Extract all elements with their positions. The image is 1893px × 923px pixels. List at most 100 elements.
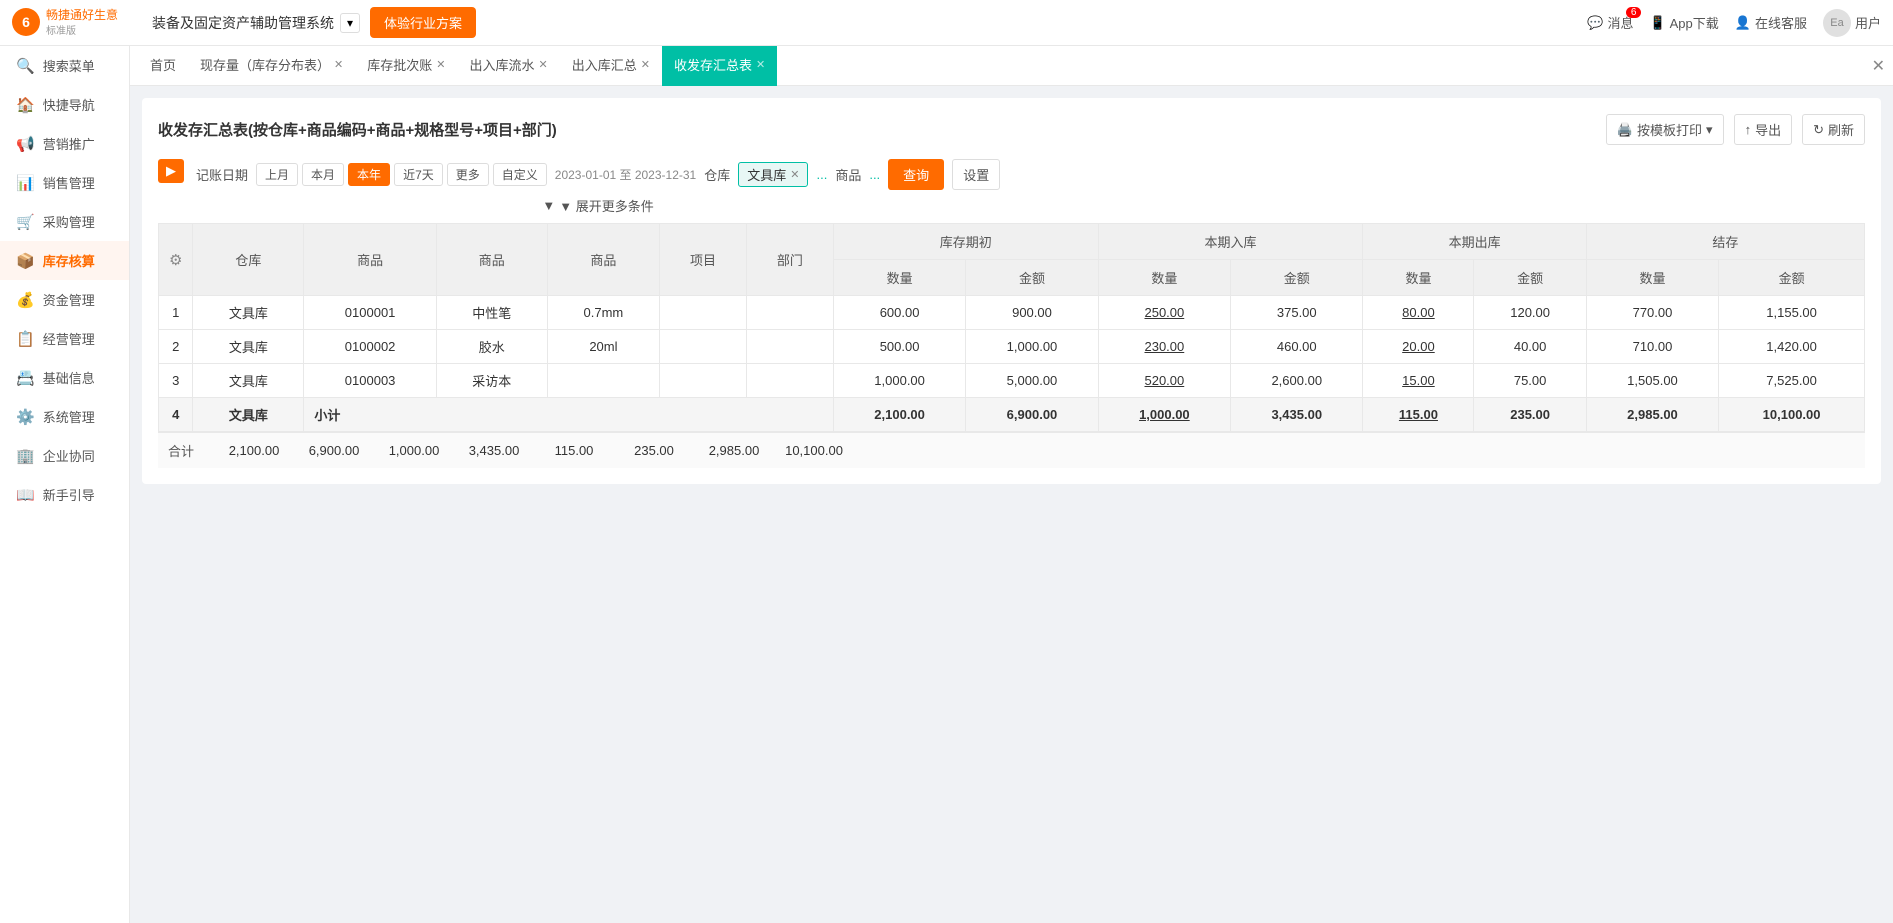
- subtotal-warehouse: 文具库: [193, 398, 304, 432]
- sidebar-item-basicinfo[interactable]: 📇 基础信息: [0, 358, 129, 397]
- sidebar-item-inventory[interactable]: 📦 库存核算: [0, 241, 129, 280]
- cell-spec: 20ml: [547, 330, 659, 364]
- subtotal-label: 小计: [304, 398, 833, 432]
- logo-area: 6 畅捷通好生意 标准版: [12, 8, 142, 37]
- footer-close-qty: 2,985.00: [694, 443, 774, 458]
- date-btn-7days[interactable]: 近7天: [394, 163, 443, 186]
- cell-project: [660, 296, 747, 330]
- cell-in-qty[interactable]: 230.00: [1098, 330, 1230, 364]
- sidebar: 🔍 搜索菜单 🏠 快捷导航 📢 营销推广 📊 销售管理 🛒 采购管理 📦 库存核…: [0, 46, 130, 923]
- logo-sub: 标准版: [46, 22, 118, 37]
- th-opening: 库存期初: [833, 224, 1098, 260]
- tab-recv-send-summary[interactable]: 收发存汇总表 ✕: [662, 46, 777, 86]
- online-service-btn[interactable]: 👤 在线客服: [1735, 13, 1807, 32]
- settings-small-btn[interactable]: 设置: [952, 159, 1000, 190]
- page-title-actions: 🖨️ 按模板打印 ▾ ↑ 导出 ↻ 刷新: [1606, 114, 1865, 145]
- system-dropdown-btn[interactable]: ▾: [340, 13, 360, 33]
- cell-in-qty[interactable]: 520.00: [1098, 364, 1230, 398]
- sidebar-item-system[interactable]: ⚙️ 系统管理: [0, 397, 129, 436]
- date-btn-more[interactable]: 更多: [447, 163, 489, 186]
- subtotal-close-qty: 2,985.00: [1586, 398, 1718, 432]
- footer-open-amt: 6,900.00: [294, 443, 374, 458]
- goods-more-btn[interactable]: ...: [869, 167, 880, 182]
- tab-close-in-out-summary[interactable]: ✕: [641, 58, 650, 71]
- cell-code: 0100002: [304, 330, 436, 364]
- sidebar-item-label: 搜索菜单: [43, 56, 95, 75]
- goods-filter-label: 商品: [835, 165, 861, 184]
- th-outbound: 本期出库: [1363, 224, 1586, 260]
- cell-close-amt: 7,525.00: [1719, 364, 1865, 398]
- sidebar-item-newbie[interactable]: 📖 新手引导: [0, 475, 129, 514]
- sidebar-item-label: 企业协同: [43, 446, 95, 465]
- cell-no: 2: [159, 330, 193, 364]
- subtotal-in-qty[interactable]: 1,000.00: [1098, 398, 1230, 432]
- subtotal-out-qty[interactable]: 115.00: [1363, 398, 1474, 432]
- app-download-btn[interactable]: 📱 App下载: [1649, 13, 1718, 32]
- filter-toggle-btn[interactable]: ▶: [158, 159, 184, 183]
- tab-close-inventory-dist[interactable]: ✕: [334, 58, 343, 71]
- tab-close-in-out-flow[interactable]: ✕: [539, 58, 548, 71]
- messages-btn[interactable]: 💬 消息 6: [1587, 13, 1633, 32]
- system-title: 装备及固定资产辅助管理系统 ▾: [152, 13, 360, 33]
- date-btn-this-year[interactable]: 本年: [348, 163, 390, 186]
- sidebar-item-search[interactable]: 🔍 搜索菜单: [0, 46, 129, 85]
- date-btn-this-month[interactable]: 本月: [302, 163, 344, 186]
- user-label: 用户: [1855, 13, 1881, 32]
- sidebar-item-purchase[interactable]: 🛒 采购管理: [0, 202, 129, 241]
- tab-in-out-flow[interactable]: 出入库流水 ✕: [457, 46, 559, 86]
- th-open-qty: 数量: [833, 260, 965, 296]
- print-btn[interactable]: 🖨️ 按模板打印 ▾: [1606, 114, 1724, 145]
- cell-no: 3: [159, 364, 193, 398]
- cell-out-qty[interactable]: 15.00: [1363, 364, 1474, 398]
- tab-home[interactable]: 首页: [138, 46, 188, 86]
- warehouse-more-btn[interactable]: ...: [816, 167, 827, 182]
- warehouse-filter-label: 仓库: [704, 165, 730, 184]
- table-settings-icon[interactable]: ⚙: [169, 252, 182, 269]
- table-container: ⚙ 仓库 商品 商品 商品 项目 部门 库存期初 本期入库 本期出库: [158, 223, 1865, 432]
- marketing-icon: 📢: [16, 135, 35, 153]
- sidebar-item-finance[interactable]: 💰 资金管理: [0, 280, 129, 319]
- th-dept: 部门: [746, 224, 833, 296]
- th-inbound: 本期入库: [1098, 224, 1363, 260]
- date-btn-last-month[interactable]: 上月: [256, 163, 298, 186]
- sidebar-item-enterprise[interactable]: 🏢 企业协同: [0, 436, 129, 475]
- tab-in-out-summary[interactable]: 出入库汇总 ✕: [560, 46, 662, 86]
- close-all-tabs-btn[interactable]: ✕: [1872, 56, 1885, 76]
- sidebar-item-operations[interactable]: 📋 经营管理: [0, 319, 129, 358]
- sidebar-item-label: 经营管理: [43, 329, 95, 348]
- page-card: 收发存汇总表(按仓库+商品编码+商品+规格型号+项目+部门) 🖨️ 按模板打印 …: [142, 98, 1881, 484]
- cell-warehouse: 文具库: [193, 364, 304, 398]
- cell-project: [660, 364, 747, 398]
- try-industry-btn[interactable]: 体验行业方案: [370, 7, 476, 38]
- expand-conditions-btn[interactable]: ▼ ▼ 展开更多条件: [542, 196, 653, 215]
- sidebar-item-label: 销售管理: [43, 173, 95, 192]
- app-icon: 📱: [1649, 15, 1665, 31]
- warehouse-tag-remove[interactable]: ✕: [790, 168, 799, 181]
- footer-close-amt: 10,100.00: [774, 443, 854, 458]
- finance-icon: 💰: [16, 291, 35, 309]
- sidebar-item-quicknav[interactable]: 🏠 快捷导航: [0, 85, 129, 124]
- footer-values: 2,100.00 6,900.00 1,000.00 3,435.00 115.…: [214, 443, 854, 458]
- logo-text: 畅捷通好生意: [46, 8, 118, 22]
- refresh-btn[interactable]: ↻ 刷新: [1802, 114, 1865, 145]
- sidebar-item-sales[interactable]: 📊 销售管理: [0, 163, 129, 202]
- cell-open-qty: 600.00: [833, 296, 965, 330]
- cell-open-amt: 1,000.00: [966, 330, 1098, 364]
- tab-batch-ledger[interactable]: 库存批次账 ✕: [355, 46, 457, 86]
- cell-code: 0100001: [304, 296, 436, 330]
- cell-in-qty[interactable]: 250.00: [1098, 296, 1230, 330]
- cell-out-qty[interactable]: 80.00: [1363, 296, 1474, 330]
- messages-icon: 💬: [1587, 15, 1603, 31]
- date-range: 2023-01-01 至 2023-12-31: [555, 166, 696, 183]
- user-btn[interactable]: Ea 用户: [1823, 9, 1881, 37]
- cell-out-qty[interactable]: 20.00: [1363, 330, 1474, 364]
- sidebar-item-marketing[interactable]: 📢 营销推广: [0, 124, 129, 163]
- th-out-amt: 金额: [1474, 260, 1586, 296]
- tab-close-recv-send-summary[interactable]: ✕: [756, 58, 765, 71]
- tab-inventory-dist[interactable]: 现存量（库存分布表） ✕: [188, 46, 355, 86]
- export-btn[interactable]: ↑ 导出: [1734, 114, 1793, 145]
- query-btn[interactable]: 查询: [888, 159, 944, 190]
- date-btn-custom[interactable]: 自定义: [493, 163, 547, 186]
- tab-close-batch-ledger[interactable]: ✕: [436, 58, 445, 71]
- filter-area: ▶ 记账日期 上月 本月 本年 近7天 更多 自定义: [158, 159, 1865, 215]
